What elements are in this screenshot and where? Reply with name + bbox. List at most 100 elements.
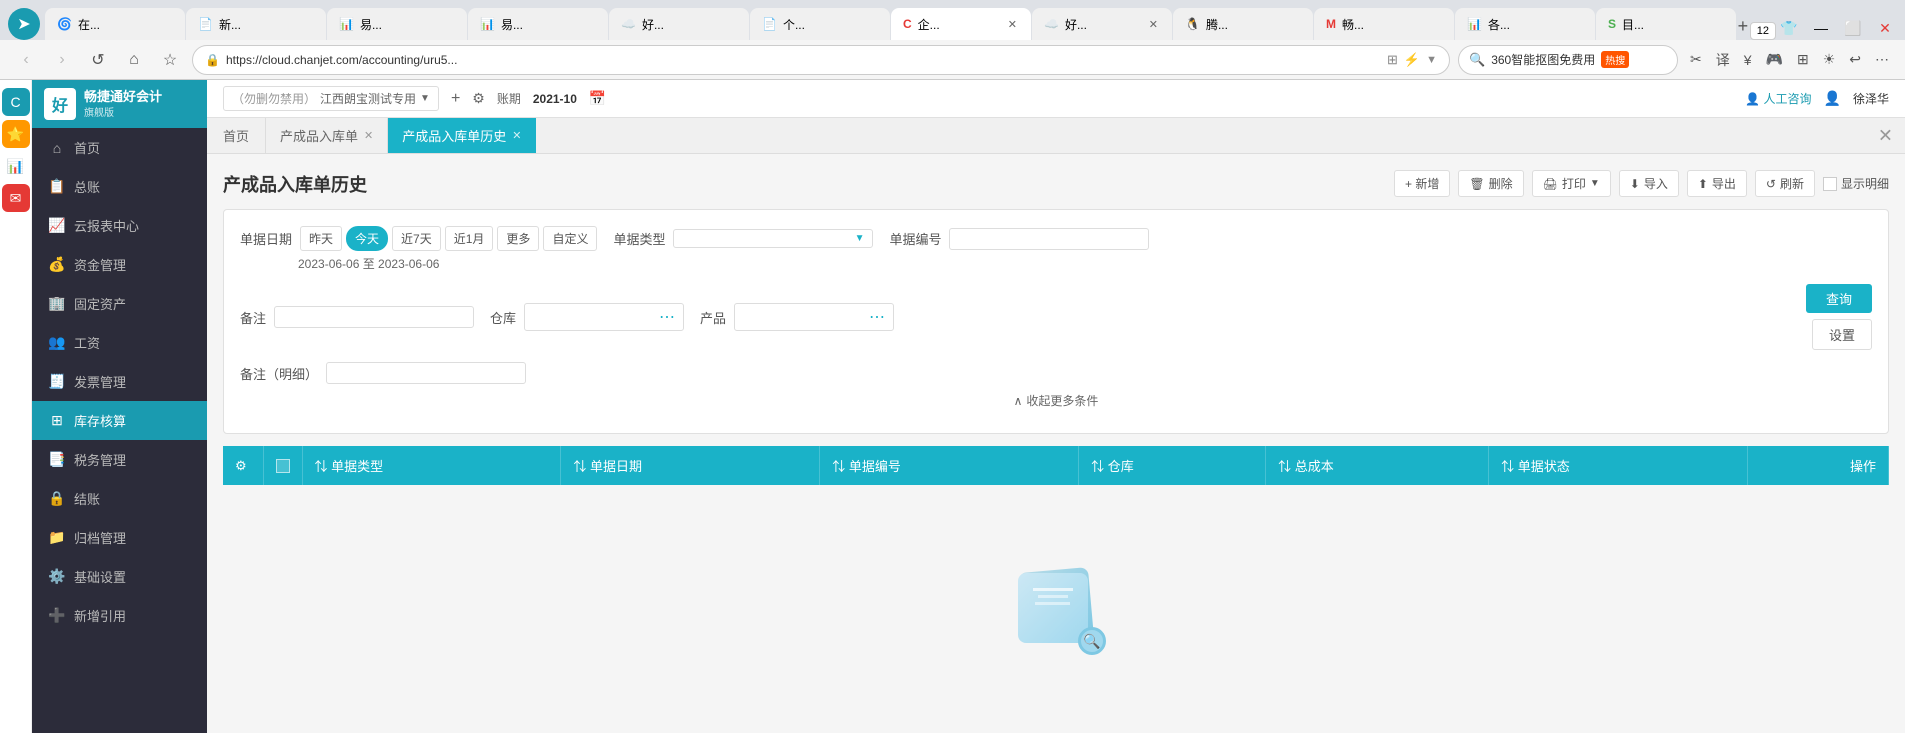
app-icon-main[interactable]: C: [2, 88, 30, 116]
tab-7[interactable]: C 企... ✕: [891, 8, 1031, 40]
grid-icon[interactable]: ⊞: [1793, 47, 1813, 72]
tab-history-close[interactable]: ✕: [512, 129, 521, 142]
tab-count[interactable]: 12: [1750, 22, 1776, 40]
new-tab-button[interactable]: +: [1737, 12, 1749, 40]
app-icon-mail[interactable]: ✉: [2, 184, 30, 212]
col-warehouse[interactable]: ⇅ 仓库: [1079, 446, 1266, 485]
tab-list-close[interactable]: ✕: [364, 129, 373, 142]
sidebar-item-assets[interactable]: 🏢 固定资产: [32, 284, 207, 323]
page-tab-list[interactable]: 产成品入库单 ✕: [266, 118, 388, 153]
note-detail-input[interactable]: [326, 362, 526, 384]
refresh-button[interactable]: ↺ 刷新: [1755, 170, 1815, 197]
settings-search-button[interactable]: 设置: [1812, 319, 1872, 350]
calendar-icon[interactable]: 📅: [589, 90, 606, 107]
translate-icon[interactable]: 译: [1712, 46, 1734, 74]
col-status[interactable]: ⇅ 单据状态: [1489, 446, 1748, 485]
sidebar-item-reports[interactable]: 📈 云报表中心: [32, 206, 207, 245]
delete-button[interactable]: 🗑 删除: [1458, 170, 1523, 197]
sidebar-item-invoice[interactable]: 🧾 发票管理: [32, 362, 207, 401]
forward-button[interactable]: ›: [48, 46, 76, 74]
show-detail-toggle[interactable]: 显示明细: [1823, 175, 1889, 192]
note-input[interactable]: [274, 306, 474, 328]
print-button[interactable]: 🖨 打印 ▼: [1532, 170, 1611, 197]
scissors-icon[interactable]: ✂: [1686, 47, 1706, 72]
date-7days[interactable]: 近7天: [392, 226, 441, 251]
sidebar-item-new[interactable]: ➕ 新增引用: [32, 596, 207, 635]
tab-5[interactable]: ☁️ 好...: [609, 8, 749, 40]
sidebar-item-archive[interactable]: 📁 归档管理: [32, 518, 207, 557]
tab-1[interactable]: 🌀 在...: [45, 8, 185, 40]
sidebar-item-finance[interactable]: 💰 资金管理: [32, 245, 207, 284]
sidebar-item-basic[interactable]: ⚙️ 基础设置: [32, 557, 207, 596]
back-button[interactable]: ‹: [12, 46, 40, 74]
minimize-button[interactable]: —: [1809, 16, 1833, 40]
tab-8-close[interactable]: ✕: [1147, 16, 1160, 33]
product-more-dots[interactable]: ⋯: [869, 307, 885, 327]
col-cost[interactable]: ⇅ 总成本: [1266, 446, 1489, 485]
number-input[interactable]: [949, 228, 1149, 250]
date-more[interactable]: 更多: [497, 226, 539, 251]
tab-2[interactable]: 📄 新...: [186, 8, 326, 40]
sidebar-item-closing[interactable]: 🔒 结账: [32, 479, 207, 518]
tab-8[interactable]: ☁️ 好... ✕: [1032, 8, 1172, 40]
tab-11[interactable]: 📊 各...: [1455, 8, 1595, 40]
sun-icon[interactable]: ☀: [1819, 47, 1840, 72]
company-select[interactable]: （勿删勿禁用） 江西朗宝测试专用 ▼: [223, 86, 439, 111]
bookmark-button[interactable]: ☆: [156, 46, 184, 74]
user-service-link[interactable]: 👤 人工咨询: [1745, 90, 1811, 107]
date-today[interactable]: 今天: [346, 226, 388, 251]
search-bar[interactable]: 🔍 360智能抠图免费用 热搜: [1458, 45, 1678, 75]
close-panel-button[interactable]: ✕: [1878, 125, 1893, 146]
tab-12[interactable]: S 目...: [1596, 8, 1736, 40]
col-number[interactable]: ⇅ 单据编号: [820, 446, 1079, 485]
url-bar[interactable]: 🔒 https://cloud.chanjet.com/accounting/u…: [192, 45, 1450, 75]
add-button[interactable]: + 新增: [1394, 170, 1450, 197]
tab-9[interactable]: 🐧 腾...: [1173, 8, 1313, 40]
sidebar-item-ledger[interactable]: 📋 总账: [32, 167, 207, 206]
sidebar-item-home[interactable]: ⌂ 首页: [32, 128, 207, 167]
tab-3[interactable]: 📊 易...: [327, 8, 467, 40]
maximize-button[interactable]: ⬜: [1841, 16, 1865, 40]
tab-10[interactable]: M 畅...: [1314, 8, 1454, 40]
app-icon-star[interactable]: ⭐: [2, 120, 30, 148]
refresh-button[interactable]: ↺: [84, 46, 112, 74]
tab-4[interactable]: 📊 易...: [468, 8, 608, 40]
query-button[interactable]: 查询: [1806, 284, 1872, 313]
close-button[interactable]: ✕: [1873, 16, 1897, 40]
shirt-icon[interactable]: 👕: [1777, 16, 1801, 40]
col-checkbox[interactable]: [263, 446, 302, 485]
yen-icon[interactable]: ¥: [1740, 48, 1756, 72]
header-checkbox[interactable]: [276, 459, 290, 473]
col-type[interactable]: ⇅ 单据类型: [302, 446, 561, 485]
col-date[interactable]: ⇅ 单据日期: [561, 446, 820, 485]
product-select[interactable]: ⋯: [734, 303, 894, 331]
date-1month[interactable]: 近1月: [445, 226, 494, 251]
warehouse-more-dots[interactable]: ⋯: [659, 307, 675, 327]
col-settings[interactable]: ⚙: [223, 446, 263, 485]
more-icon[interactable]: ⋯: [1871, 47, 1893, 72]
url-flash-icon[interactable]: ⚡: [1404, 52, 1420, 68]
export-button[interactable]: ⬆ 导出: [1687, 170, 1747, 197]
date-yesterday[interactable]: 昨天: [300, 226, 342, 251]
show-detail-checkbox[interactable]: [1823, 177, 1837, 191]
add-period-btn[interactable]: +: [451, 90, 460, 108]
period-settings-icon[interactable]: ⚙: [472, 90, 485, 107]
sidebar-item-payroll[interactable]: 👥 工资: [32, 323, 207, 362]
tab-7-close[interactable]: ✕: [1006, 16, 1019, 33]
game-icon[interactable]: 🎮: [1762, 47, 1787, 72]
warehouse-select[interactable]: ⋯: [524, 303, 684, 331]
sidebar-item-inventory[interactable]: ⊞ 库存核算: [32, 401, 207, 440]
url-grid-icon[interactable]: ⊞: [1387, 52, 1398, 68]
collapse-btn-row[interactable]: ∧ 收起更多条件: [240, 384, 1872, 417]
sidebar-item-tax[interactable]: 📑 税务管理: [32, 440, 207, 479]
url-dropdown-icon[interactable]: ▼: [1426, 54, 1437, 66]
breadcrumb-home[interactable]: 首页: [207, 118, 266, 153]
app-icon-reports[interactable]: 📊: [2, 152, 30, 180]
import-button[interactable]: ⬇ 导入: [1619, 170, 1679, 197]
browser-back-icon[interactable]: ➤: [8, 8, 40, 40]
home-button[interactable]: ⌂: [120, 46, 148, 74]
page-tab-history[interactable]: 产成品入库单历史 ✕: [388, 118, 536, 153]
undo-icon[interactable]: ↩: [1845, 47, 1865, 72]
date-custom[interactable]: 自定义: [543, 226, 597, 251]
type-select[interactable]: ▼: [673, 229, 873, 248]
